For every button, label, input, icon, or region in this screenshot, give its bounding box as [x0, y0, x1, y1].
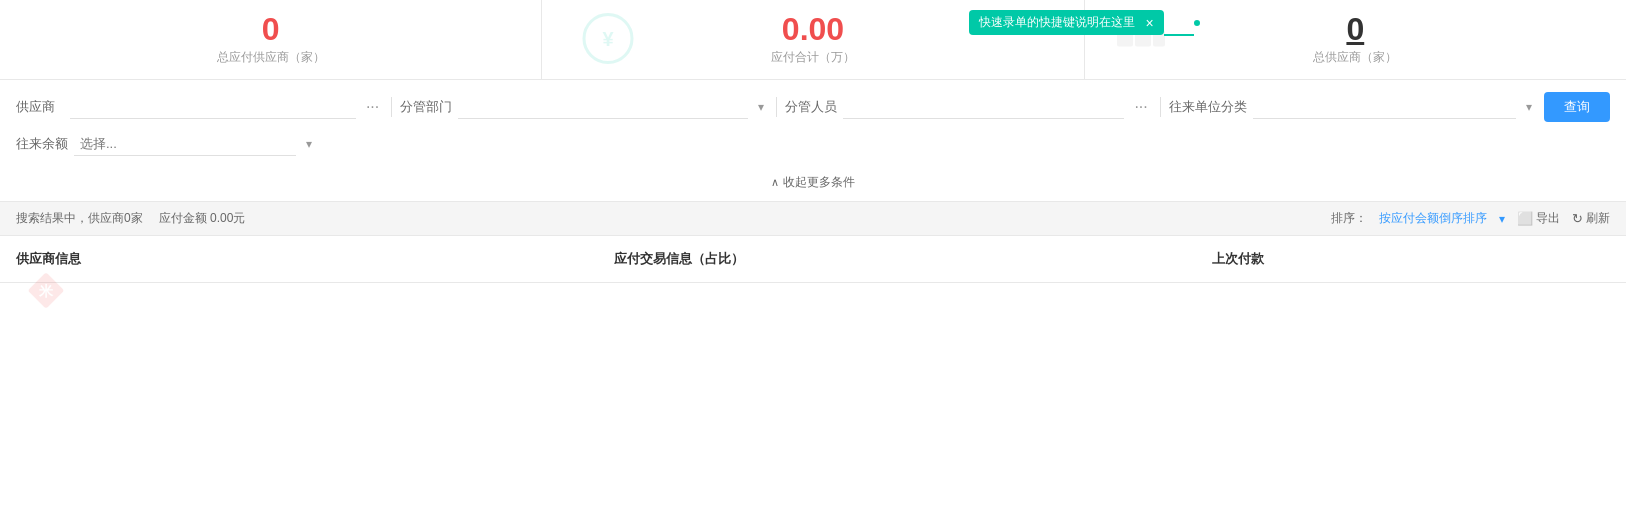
department-input[interactable] — [458, 95, 747, 119]
export-icon: ⬜ — [1517, 211, 1533, 226]
stat-payable-label: 应付合计（万） — [771, 49, 855, 66]
filter-unit-class: 往来单位分类 ▾ — [1169, 95, 1536, 119]
watermark-logo: 米 — [20, 264, 72, 319]
payable-amount: 应付金额 0.00元 — [159, 210, 246, 227]
sort-prefix: 排序： — [1331, 210, 1367, 227]
filter-manager: 分管人员 ··· — [785, 95, 1152, 119]
collapse-icon: ∧ — [771, 176, 779, 189]
tooltip-banner: 快速录单的快捷键说明在这里 × — [969, 10, 1163, 35]
svg-text:¥: ¥ — [603, 27, 615, 49]
balance-label: 往来余额 — [16, 135, 68, 153]
filter-supplier: 供应商 ··· — [16, 95, 383, 119]
unit-class-label: 往来单位分类 — [1169, 98, 1247, 116]
col-header-payable: 应付交易信息（占比） — [614, 250, 1212, 268]
manager-dots[interactable]: ··· — [1130, 98, 1151, 116]
filter-department: 分管部门 ▾ — [400, 95, 767, 119]
col-header-lastpay: 上次付款 — [1212, 250, 1611, 268]
supplier-input[interactable] — [70, 95, 356, 119]
manager-label: 分管人员 — [785, 98, 837, 116]
tooltip-text: 快速录单的快捷键说明在这里 — [979, 14, 1135, 31]
result-bar: 搜索结果中，供应商0家 应付金额 0.00元 排序： 按应付会额倒序排序 ▾ ⬜… — [0, 202, 1626, 236]
department-arrow[interactable]: ▾ — [754, 100, 768, 114]
stat-payable-value: 0.00 — [782, 13, 844, 45]
sort-arrow[interactable]: ▾ — [1499, 212, 1505, 226]
divider-3 — [1160, 97, 1161, 117]
stat-total-suppliers-label: 总供应商（家） — [1313, 49, 1397, 66]
balance-input[interactable] — [74, 132, 296, 156]
filter-row-1: 供应商 ··· 分管部门 ▾ 分管人员 ··· 往来单位分类 — [16, 92, 1610, 122]
export-label: 导出 — [1536, 210, 1560, 227]
result-actions: 排序： 按应付会额倒序排序 ▾ ⬜ 导出 ↻ 刷新 — [1331, 210, 1610, 227]
collapse-button[interactable]: ∧ 收起更多条件 — [16, 166, 1610, 201]
table-header: 供应商信息 应付交易信息（占比） 上次付款 — [0, 236, 1626, 283]
stat-total-payable-suppliers: 0 总应付供应商（家） — [0, 0, 542, 79]
stat-total-payable-label: 总应付供应商（家） — [217, 49, 325, 66]
unit-class-input[interactable] — [1253, 95, 1516, 119]
export-button[interactable]: ⬜ 导出 — [1517, 210, 1560, 227]
tooltip-dot — [1192, 18, 1202, 28]
stat-total-suppliers-value: 0 — [1346, 13, 1364, 45]
query-button[interactable]: 查询 — [1544, 92, 1610, 122]
result-info: 搜索结果中，供应商0家 应付金额 0.00元 — [16, 210, 245, 227]
filter-area: 供应商 ··· 分管部门 ▾ 分管人员 ··· 往来单位分类 — [0, 80, 1626, 202]
divider-1 — [391, 97, 392, 117]
coin-icon: ¥ — [582, 12, 634, 67]
stat-total-payable-value: 0 — [262, 13, 280, 45]
col-header-supplier: 供应商信息 — [16, 250, 614, 268]
filter-balance: 往来余额 ▾ — [16, 132, 316, 156]
sort-value[interactable]: 按应付会额倒序排序 — [1379, 210, 1487, 227]
stat-payable-total: ¥ 快速录单的快捷键说明在这里 × 0.00 应付合计（万） — [542, 0, 1084, 79]
supplier-label: 供应商 — [16, 98, 64, 116]
refresh-button[interactable]: ↻ 刷新 — [1572, 210, 1610, 227]
refresh-label: 刷新 — [1586, 210, 1610, 227]
department-label: 分管部门 — [400, 98, 452, 116]
refresh-icon: ↻ — [1572, 211, 1583, 226]
svg-text:米: 米 — [38, 282, 54, 298]
stat-total-suppliers: 0 总供应商（家） — [1085, 0, 1626, 79]
table-content — [0, 283, 1626, 515]
filter-row-2: 往来余额 ▾ — [16, 132, 1610, 156]
stats-bar: 米 0 总应付供应商（家） ¥ 快速录单的快捷键说明在这里 × 0.0 — [0, 0, 1626, 80]
supplier-dots[interactable]: ··· — [362, 98, 383, 116]
manager-input[interactable] — [843, 95, 1125, 119]
supplier-count: 搜索结果中，供应商0家 — [16, 210, 143, 227]
balance-arrow[interactable]: ▾ — [302, 137, 316, 151]
collapse-label: 收起更多条件 — [783, 174, 855, 191]
unit-class-arrow[interactable]: ▾ — [1522, 100, 1536, 114]
tooltip-close[interactable]: × — [1145, 15, 1153, 31]
divider-2 — [776, 97, 777, 117]
